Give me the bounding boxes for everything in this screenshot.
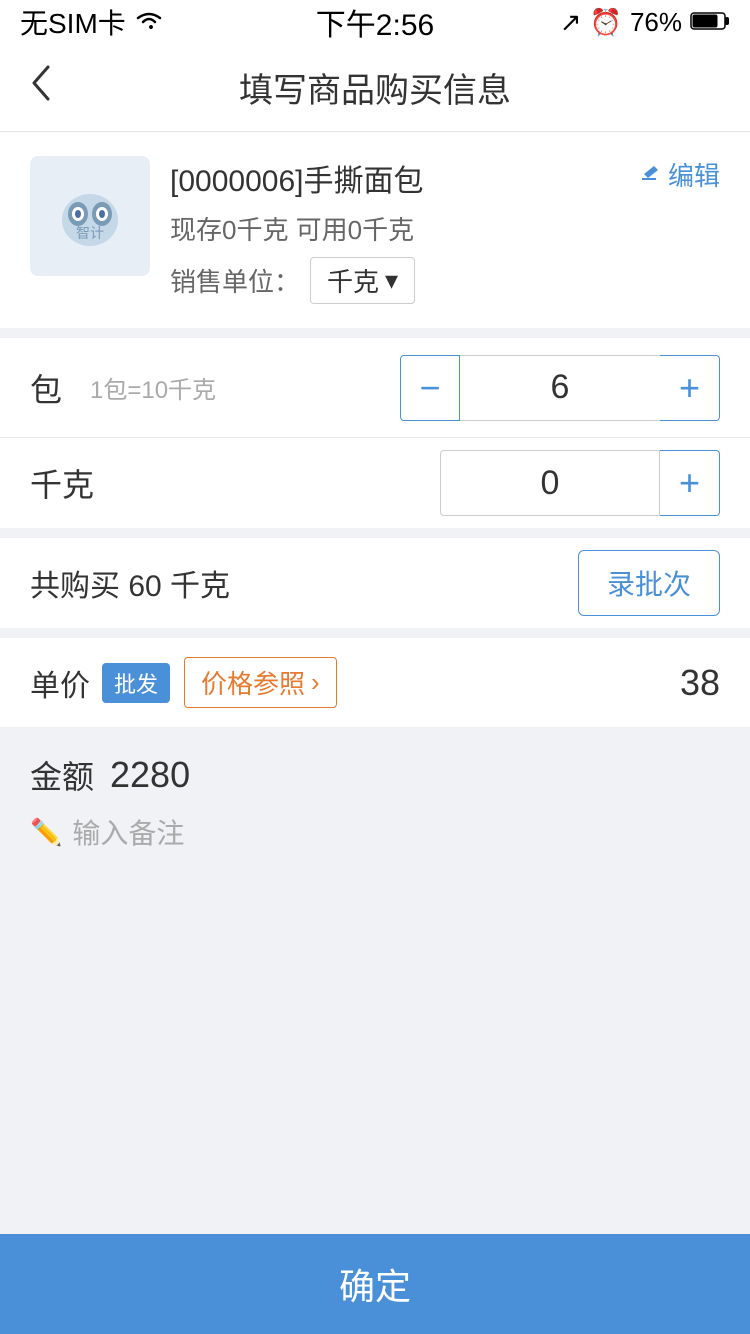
bao-hint: 1包=10千克 <box>90 370 400 405</box>
price-tag: 批发 <box>102 663 170 703</box>
page-title: 填写商品购买信息 <box>239 63 511 112</box>
content-filler <box>0 872 750 1272</box>
bao-increment-button[interactable]: + <box>660 355 720 421</box>
product-name: [0000006]手撕面包 <box>170 156 720 200</box>
chevron-down-icon: ▾ <box>385 265 398 296</box>
total-row: 共购买 60 千克 录批次 <box>0 538 750 638</box>
price-section: 单价 批发 价格参照 › 38 <box>0 638 750 728</box>
location-icon: ↗ <box>560 7 582 38</box>
price-ref-arrow-icon: › <box>311 667 320 698</box>
back-button[interactable] <box>30 65 52 110</box>
alarm-icon: ⏰ <box>590 7 622 38</box>
confirm-bar[interactable]: 确定 <box>0 1234 750 1334</box>
bao-label: 包 <box>30 365 90 411</box>
edit-button[interactable]: 编辑 <box>640 156 720 193</box>
kg-increment-button[interactable]: + <box>660 450 720 516</box>
status-left: 无SIM卡 <box>20 2 164 42</box>
battery-text: 76% <box>630 7 682 38</box>
product-card: 智计 [0000006]手撕面包 现存0千克 可用0千克 销售单位： 千克 ▾ … <box>0 132 750 338</box>
kg-quantity-row: 千克 + <box>0 438 750 538</box>
confirm-text: 确定 <box>339 1258 411 1310</box>
amount-label: 金额 <box>30 752 94 798</box>
remark-row[interactable]: ✏️ 输入备注 <box>30 812 720 862</box>
status-bar: 无SIM卡 下午2:56 ↗ ⏰ 76% <box>0 0 750 44</box>
amount-row: 金额 2280 <box>30 752 720 798</box>
kg-quantity-control: + <box>440 450 720 516</box>
product-stock: 现存0千克 可用0千克 <box>170 210 720 247</box>
price-label: 单价 <box>30 661 90 705</box>
unit-select[interactable]: 千克 ▾ <box>310 257 415 304</box>
unit-label: 销售单位： <box>170 262 300 299</box>
nav-bar: 填写商品购买信息 <box>0 44 750 132</box>
total-text: 共购买 60 千克 <box>30 561 578 605</box>
kg-label: 千克 <box>30 460 110 506</box>
battery-icon <box>690 7 730 38</box>
product-info: [0000006]手撕面包 现存0千克 可用0千克 销售单位： 千克 ▾ <box>170 156 720 304</box>
carrier-text: 无SIM卡 <box>20 2 126 42</box>
bao-quantity-control: − + <box>400 355 720 421</box>
svg-text:智计: 智计 <box>76 225 104 241</box>
status-right: ↗ ⏰ 76% <box>560 7 730 38</box>
kg-quantity-input[interactable] <box>440 450 660 516</box>
amount-section: 金额 2280 ✏️ 输入备注 <box>0 728 750 872</box>
product-image: 智计 <box>30 156 150 276</box>
price-value: 38 <box>680 662 720 704</box>
pencil-icon: ✏️ <box>30 817 62 848</box>
remark-text: 输入备注 <box>72 812 184 852</box>
amount-value: 2280 <box>110 754 190 796</box>
bao-quantity-row: 包 1包=10千克 − + <box>0 338 750 438</box>
batch-button[interactable]: 录批次 <box>578 550 720 616</box>
wifi-icon <box>134 6 164 38</box>
product-unit-row: 销售单位： 千克 ▾ <box>170 257 720 304</box>
status-time: 下午2:56 <box>316 0 434 44</box>
bao-decrement-button[interactable]: − <box>400 355 460 421</box>
bao-quantity-input[interactable] <box>460 355 660 421</box>
price-ref-button[interactable]: 价格参照 › <box>184 657 337 708</box>
